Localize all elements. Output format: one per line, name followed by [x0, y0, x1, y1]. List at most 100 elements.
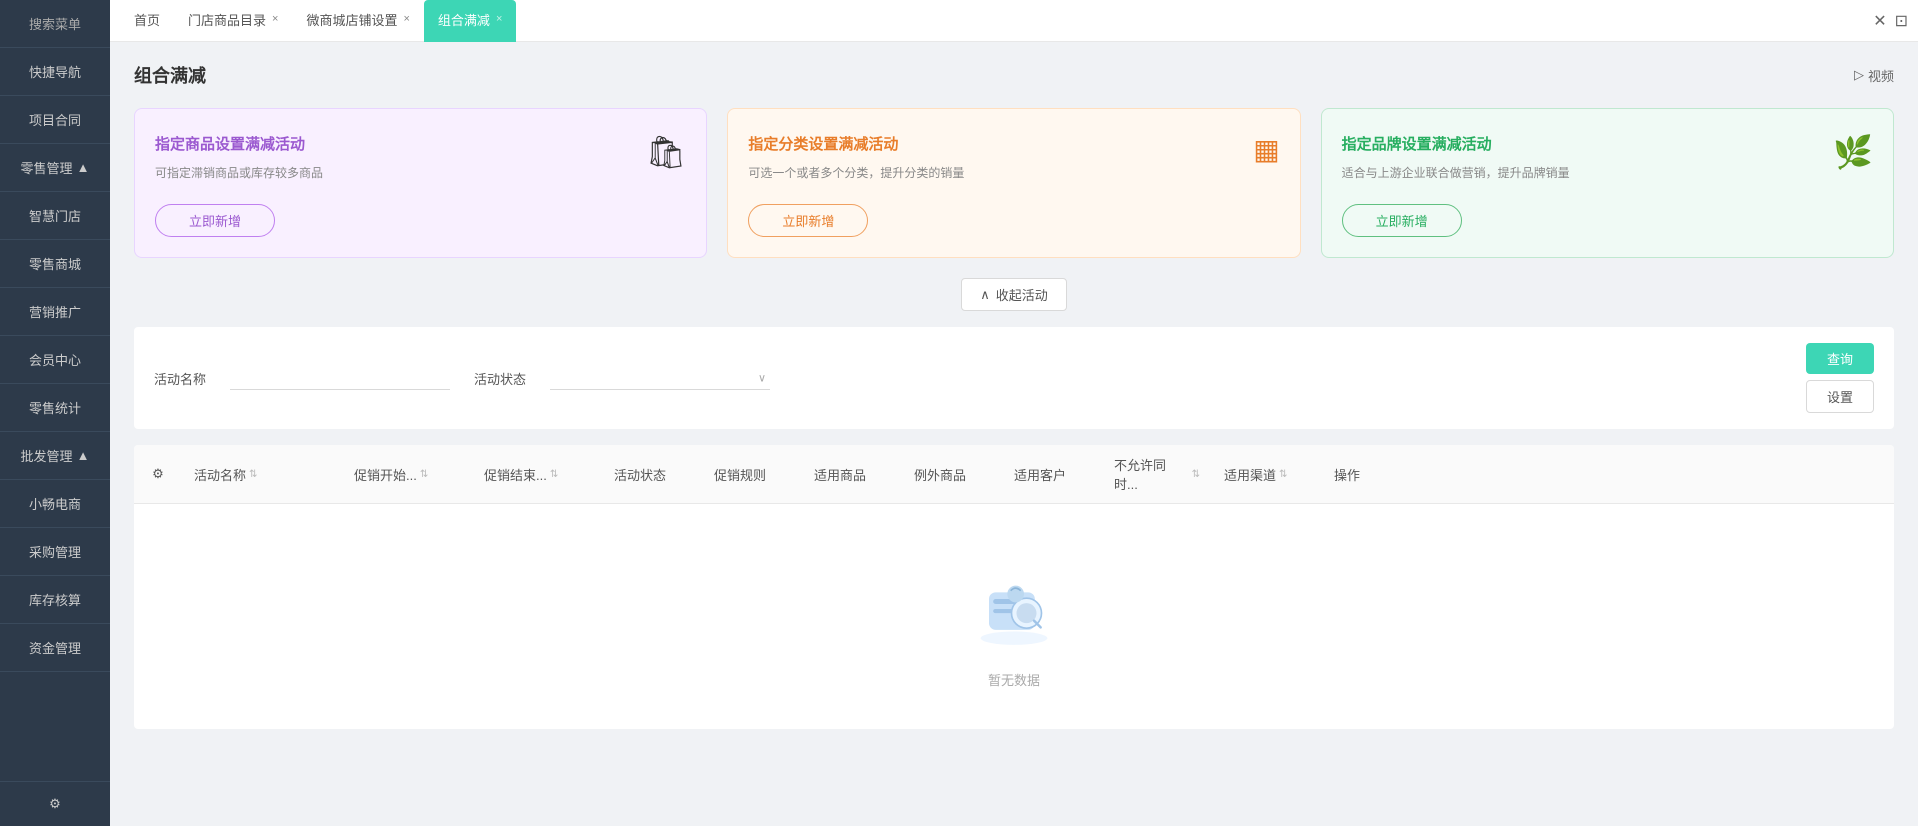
- arrow-icon: ▲: [77, 160, 90, 175]
- filter-name-input[interactable]: [230, 366, 450, 390]
- card-goods-add-button[interactable]: 立即新增: [155, 204, 275, 237]
- th-status: 活动状态: [602, 465, 702, 484]
- th-channel[interactable]: 适用渠道 ⇅: [1212, 465, 1322, 484]
- tab-home-label: 首页: [134, 10, 160, 29]
- gear-icon: ⚙: [49, 796, 61, 811]
- video-link-label: 视频: [1868, 66, 1894, 85]
- card-goods-desc: 可指定滞销商品或库存较多商品: [155, 164, 686, 188]
- card-brand-add-button[interactable]: 立即新增: [1342, 204, 1462, 237]
- sidebar-search[interactable]: 搜索菜单: [0, 0, 110, 48]
- card-category-add-button[interactable]: 立即新增: [748, 204, 868, 237]
- table-settings-icon: ⚙: [152, 466, 164, 482]
- th-rule-label: 促销规则: [714, 465, 766, 484]
- card-goods: 🛍 指定商品设置满减活动 可指定滞销商品或库存较多商品 立即新增: [134, 108, 707, 258]
- filter-name-label: 活动名称: [154, 369, 206, 388]
- content-area: 组合满减 ▷ 视频 🛍 指定商品设置满减活动 可指定滞销商品或库存较多商品 立即…: [110, 42, 1918, 826]
- empty-text: 暂无数据: [988, 670, 1040, 689]
- th-action-label: 操作: [1334, 465, 1360, 484]
- th-goods-label: 适用商品: [814, 465, 866, 484]
- empty-illustration: [964, 564, 1064, 654]
- collapse-label: 收起活动: [996, 285, 1048, 304]
- sidebar-item-project-contract[interactable]: 项目合同: [0, 96, 110, 144]
- sidebar-item-finance-mgmt[interactable]: 资金管理: [0, 624, 110, 672]
- sidebar-item-purchase-mgmt[interactable]: 采购管理: [0, 528, 110, 576]
- sidebar-settings-button[interactable]: ⚙: [0, 781, 110, 826]
- empty-state: 暂无数据: [134, 504, 1894, 729]
- tab-weishop-settings[interactable]: 微商城店铺设置 ×: [292, 0, 423, 42]
- tab-weishop-settings-close[interactable]: ×: [403, 14, 409, 25]
- card-category-desc: 可选一个或者多个分类，提升分类的销量: [748, 164, 1279, 188]
- tab-store-catalog-close[interactable]: ×: [272, 14, 278, 25]
- main-area: 首页 门店商品目录 × 微商城店铺设置 × 组合满减 × ✕ ⊡ 组合满减 ▷ …: [110, 0, 1918, 826]
- filter-status-select[interactable]: [550, 366, 770, 390]
- th-name[interactable]: 活动名称 ⇅: [182, 465, 342, 484]
- sidebar-item-retail-stats[interactable]: 零售统计: [0, 384, 110, 432]
- th-start-label: 促销开始...: [354, 465, 417, 484]
- leaf-icon: 🌿: [1833, 133, 1873, 171]
- th-status-label: 活动状态: [614, 465, 666, 484]
- filter-status-select-wrap: ∨: [550, 366, 770, 390]
- th-action: 操作: [1322, 465, 1894, 484]
- th-customer: 适用客户: [1002, 465, 1102, 484]
- tab-bar: 首页 门店商品目录 × 微商城店铺设置 × 组合满减 × ✕ ⊡: [110, 0, 1918, 42]
- goods-bag-icon: 🛍: [646, 133, 687, 171]
- th-except: 例外商品: [902, 465, 1002, 484]
- sort-icon-nosimul: ⇅: [1192, 469, 1200, 480]
- card-category-title: 指定分类设置满减活动: [748, 133, 1279, 154]
- tab-weishop-settings-label: 微商城店铺设置: [306, 10, 397, 29]
- sidebar-item-wholesale-mgmt[interactable]: 批发管理 ▲: [0, 432, 110, 480]
- th-goods: 适用商品: [802, 465, 902, 484]
- grid-icon: ▦: [1253, 133, 1279, 166]
- sidebar-item-inventory-check[interactable]: 库存核算: [0, 576, 110, 624]
- th-name-label: 活动名称: [194, 465, 246, 484]
- tab-store-catalog-label: 门店商品目录: [188, 10, 266, 29]
- th-nosimul[interactable]: 不允许同时... ⇅: [1102, 455, 1212, 493]
- card-brand-title: 指定品牌设置满减活动: [1342, 133, 1873, 154]
- filter-status-label: 活动状态: [474, 369, 526, 388]
- sidebar-item-xiaochangec[interactable]: 小畅电商: [0, 480, 110, 528]
- collapse-row: ∧ 收起活动: [134, 278, 1894, 311]
- th-end-label: 促销结束...: [484, 465, 547, 484]
- sort-icon-channel: ⇅: [1279, 469, 1287, 480]
- chevron-up-icon: ∧: [980, 287, 990, 303]
- th-rule: 促销规则: [702, 465, 802, 484]
- data-table: ⚙ 活动名称 ⇅ 促销开始... ⇅ 促销结束... ⇅ 活动状态: [134, 445, 1894, 729]
- sidebar-item-quick-nav[interactable]: 快捷导航: [0, 48, 110, 96]
- tab-bar-right: ✕ ⊡: [1873, 11, 1908, 31]
- cards-row: 🛍 指定商品设置满减活动 可指定滞销商品或库存较多商品 立即新增 ▦ 指定分类设…: [134, 108, 1894, 258]
- tab-combo-discount-close[interactable]: ×: [496, 14, 502, 25]
- filter-row: 活动名称 活动状态 ∨ 查询 设置: [134, 327, 1894, 429]
- sidebar-item-retail-mgmt[interactable]: 零售管理 ▲: [0, 144, 110, 192]
- query-button[interactable]: 查询: [1806, 343, 1874, 374]
- page-header: 组合满减 ▷ 视频: [134, 62, 1894, 88]
- sidebar-item-retail-mall[interactable]: 零售商城: [0, 240, 110, 288]
- th-gear[interactable]: ⚙: [134, 466, 182, 482]
- tab-store-catalog[interactable]: 门店商品目录 ×: [174, 0, 292, 42]
- th-end[interactable]: 促销结束... ⇅: [472, 465, 602, 484]
- tab-combo-discount-label: 组合满减: [438, 10, 490, 29]
- th-customer-label: 适用客户: [1014, 465, 1066, 484]
- tab-home[interactable]: 首页: [120, 0, 174, 42]
- sort-icon-start: ⇅: [420, 469, 428, 480]
- th-channel-label: 适用渠道: [1224, 465, 1276, 484]
- sidebar-item-smart-store[interactable]: 智慧门店: [0, 192, 110, 240]
- restore-window-icon[interactable]: ⊡: [1895, 11, 1908, 31]
- sidebar-item-label: 零售管理: [21, 158, 73, 177]
- table-header: ⚙ 活动名称 ⇅ 促销开始... ⇅ 促销结束... ⇅ 活动状态: [134, 445, 1894, 504]
- video-link[interactable]: ▷ 视频: [1854, 66, 1894, 85]
- sort-icon-name: ⇅: [249, 469, 257, 480]
- sidebar-item-marketing[interactable]: 营销推广: [0, 288, 110, 336]
- filter-buttons: 查询 设置: [1806, 343, 1874, 413]
- th-start[interactable]: 促销开始... ⇅: [342, 465, 472, 484]
- page-title: 组合满减: [134, 62, 206, 88]
- sidebar-item-member-center[interactable]: 会员中心: [0, 336, 110, 384]
- close-window-icon[interactable]: ✕: [1873, 11, 1886, 31]
- collapse-button[interactable]: ∧ 收起活动: [961, 278, 1067, 311]
- sort-icon-end: ⇅: [550, 469, 558, 480]
- tab-combo-discount[interactable]: 组合满减 ×: [424, 0, 516, 42]
- sidebar: 搜索菜单 快捷导航 项目合同 零售管理 ▲ 智慧门店 零售商城 营销推广 会员中…: [0, 0, 110, 826]
- card-category: ▦ 指定分类设置满减活动 可选一个或者多个分类，提升分类的销量 立即新增: [727, 108, 1300, 258]
- setting-button[interactable]: 设置: [1806, 380, 1874, 413]
- th-except-label: 例外商品: [914, 465, 966, 484]
- card-brand: 🌿 指定品牌设置满减活动 适合与上游企业联合做营销，提升品牌销量 立即新增: [1321, 108, 1894, 258]
